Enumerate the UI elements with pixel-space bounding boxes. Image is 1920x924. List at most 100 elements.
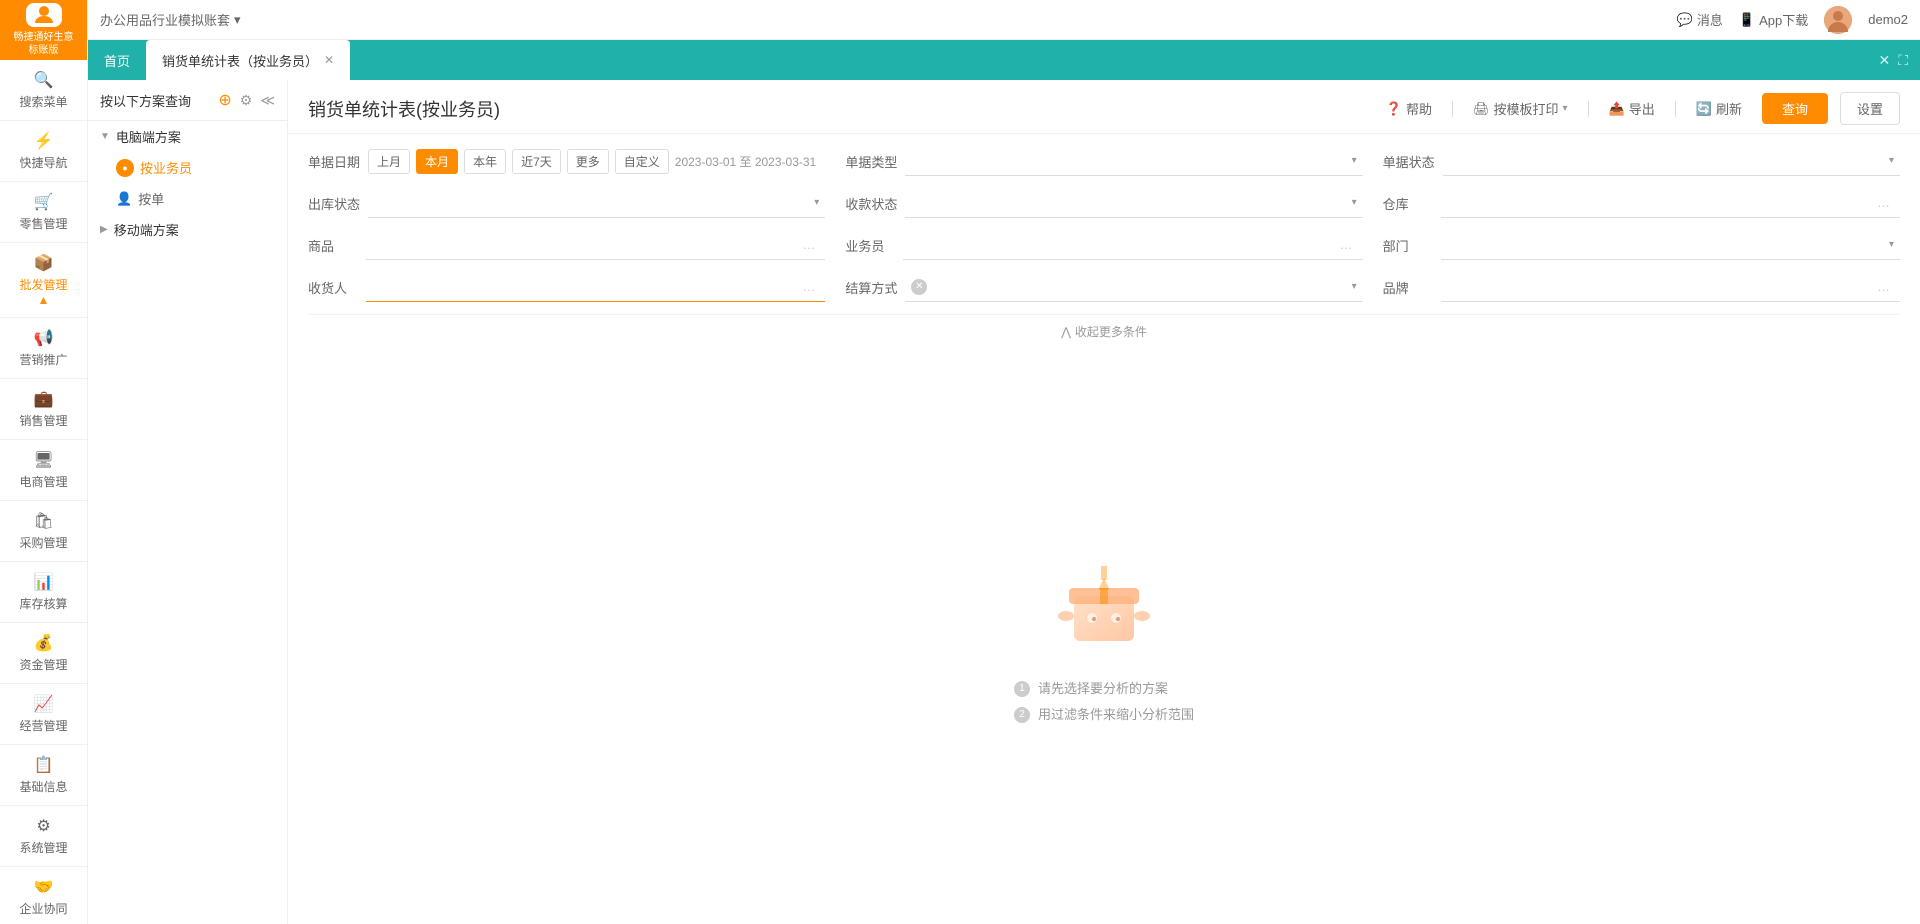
receipt-status-select[interactable]: ▾: [905, 188, 1362, 218]
topbar: 办公用品行业模拟账套 ▾ 💬 消息 📱 App下载 demo2: [88, 0, 1920, 40]
doc-status-select[interactable]: ▾: [1443, 146, 1900, 176]
filter-row-3: 商品 … 业务员 … 部门: [308, 230, 1900, 260]
left-panel-header: 按以下方案查询 ⊕ ⚙ ≪: [88, 80, 287, 121]
product-select[interactable]: …: [366, 230, 825, 260]
sidebar-item-purchase[interactable]: 🛍 采购管理: [0, 501, 87, 562]
doc-type-select[interactable]: ▾: [905, 146, 1362, 176]
sidebar-item-marketing[interactable]: 📢 营销推广: [0, 318, 87, 379]
date-filter: 上月 本月 本年 近7天 更多 自定义 2023-03-01 至 2023-03…: [368, 149, 825, 174]
divider-2: [1588, 101, 1589, 117]
content-area: 按以下方案查询 ⊕ ⚙ ≪ ▼ 电脑端方案 ● 按业务员 👤 按单: [88, 80, 1920, 924]
warehouse-label: 仓库: [1383, 194, 1433, 213]
sidebar: 畅捷通好生意 标账版 🔍 搜索菜单 ⚡ 快捷导航 🛒 零售管理 📦 批发管理 ▲…: [0, 0, 88, 924]
sales-stats-tab-label: 销货单统计表（按业务员）: [162, 51, 318, 70]
collapse-panel-button[interactable]: ≪: [260, 92, 275, 109]
tree-item-by-salesperson[interactable]: ● 按业务员: [88, 152, 287, 183]
active-scheme-icon: ●: [116, 159, 134, 177]
export-button[interactable]: 📤 导出: [1601, 95, 1663, 122]
sidebar-item-finance[interactable]: 💰 资金管理: [0, 623, 87, 684]
date-btn-custom[interactable]: 自定义: [615, 149, 669, 174]
sidebar-item-inventory[interactable]: 📊 库存核算: [0, 562, 87, 623]
sidebar-item-system[interactable]: ⚙ 系统管理: [0, 806, 87, 867]
inventory-icon: 📊: [34, 572, 54, 592]
date-btn-this-year[interactable]: 本年: [464, 149, 506, 174]
download-icon: 📱: [1739, 12, 1755, 28]
date-btn-last-month[interactable]: 上月: [368, 149, 410, 174]
help-icon: ❓: [1386, 101, 1402, 117]
tree-desktop-parent[interactable]: ▼ 电脑端方案: [88, 121, 287, 152]
date-btn-7days[interactable]: 近7天: [512, 149, 561, 174]
message-button[interactable]: 💬 消息: [1677, 10, 1723, 29]
account-selector[interactable]: 办公用品行业模拟账套 ▾: [100, 10, 241, 29]
basic-icon: 📋: [34, 755, 54, 775]
home-tab-label: 首页: [104, 51, 130, 70]
tab-home[interactable]: 首页: [88, 40, 146, 80]
tree-desktop-label: 电脑端方案: [116, 127, 181, 146]
sidebar-item-enterprise[interactable]: 🤝 企业协同: [0, 867, 87, 924]
out-status-select[interactable]: ▾: [368, 188, 825, 218]
tab-sales-stats[interactable]: 销货单统计表（按业务员） ✕: [146, 40, 350, 80]
tree-item-by-order[interactable]: 👤 按单: [88, 183, 287, 214]
sidebar-item-wholesale[interactable]: 📦 批发管理 ▲: [0, 243, 87, 318]
hint-item-2: 2 用过滤条件来缩小分析范围: [1014, 702, 1194, 728]
consignee-select[interactable]: …: [366, 272, 825, 302]
receipt-status-label: 收款状态: [845, 194, 897, 213]
tab-close-button[interactable]: ✕: [324, 53, 334, 67]
dropdown-arrow-icon: ▾: [234, 12, 241, 28]
filter-group-consignee: 收货人 …: [308, 272, 825, 302]
sales-icon: 💼: [34, 389, 54, 409]
user-avatar[interactable]: [1824, 6, 1852, 34]
date-btn-more[interactable]: 更多: [567, 149, 609, 174]
filter-group-brand: 品牌 …: [1383, 272, 1900, 302]
settlement-label: 结算方式: [845, 278, 897, 297]
filter-group-warehouse: 仓库 …: [1383, 188, 1900, 218]
salesperson-label: 业务员: [845, 236, 895, 255]
salesperson-dots-icon: …: [1336, 237, 1357, 252]
department-select[interactable]: ▾: [1441, 230, 1900, 260]
sidebar-item-basic[interactable]: 📋 基础信息: [0, 745, 87, 806]
brand-select[interactable]: …: [1441, 272, 1900, 302]
settings-scheme-button[interactable]: ⚙: [240, 92, 253, 109]
app-download-button[interactable]: 📱 App下载: [1739, 10, 1808, 29]
window-maximize-button[interactable]: ⛶: [1898, 52, 1908, 69]
settlement-clear-button[interactable]: ✕: [911, 279, 927, 295]
purchase-icon: 🛍: [33, 511, 53, 531]
window-close-button[interactable]: ✕: [1878, 52, 1890, 69]
help-button[interactable]: ❓ 帮助: [1378, 95, 1440, 122]
add-scheme-button[interactable]: ⊕: [218, 90, 231, 110]
refresh-button[interactable]: 🔄 刷新: [1688, 95, 1750, 122]
settings-button[interactable]: 设置: [1840, 92, 1900, 125]
warehouse-select[interactable]: …: [1441, 188, 1900, 218]
account-name: 办公用品行业模拟账套: [100, 10, 230, 29]
sidebar-item-quick-nav[interactable]: ⚡ 快捷导航: [0, 121, 87, 182]
divider-3: [1675, 101, 1676, 117]
retail-icon: 🛒: [34, 192, 54, 212]
logo-icon: [26, 3, 62, 27]
doc-status-label: 单据状态: [1383, 152, 1435, 171]
page-title: 销货单统计表(按业务员): [308, 96, 500, 122]
username-label: demo2: [1868, 12, 1908, 27]
brand-dots-icon: …: [1873, 279, 1894, 294]
receipt-status-arrow-icon: ▾: [1352, 197, 1357, 208]
left-panel-title: 按以下方案查询: [100, 91, 191, 110]
sidebar-item-sales[interactable]: 💼 销售管理: [0, 379, 87, 440]
collapse-icon: ⋀: [1061, 325, 1071, 339]
sidebar-item-ecommerce[interactable]: 🖥 电商管理: [0, 440, 87, 501]
filter-row-1: 单据日期 上月 本月 本年 近7天 更多 自定义 2023-03-01 至 20…: [308, 146, 1900, 176]
sidebar-item-search[interactable]: 🔍 搜索菜单: [0, 60, 87, 121]
salesperson-select[interactable]: …: [903, 230, 1362, 260]
date-btn-this-month[interactable]: 本月: [416, 149, 458, 174]
sidebar-item-retail[interactable]: 🛒 零售管理: [0, 182, 87, 243]
tree-expand-icon-mobile: ▶: [100, 224, 108, 235]
template-print-button[interactable]: 🖨 按模板打印 ▾: [1465, 95, 1576, 122]
collapse-filters-button[interactable]: ⋀ 收起更多条件: [308, 314, 1900, 348]
hint-num-1: 1: [1014, 681, 1030, 697]
filter-group-salesperson: 业务员 …: [845, 230, 1362, 260]
print-icon: 🖨: [1473, 101, 1490, 117]
search-icon: 🔍: [34, 70, 54, 90]
settlement-select[interactable]: ✕ ▾: [905, 272, 1362, 302]
topbar-right: 💬 消息 📱 App下载 demo2: [1677, 6, 1908, 34]
tree-mobile-parent[interactable]: ▶ 移动端方案: [88, 214, 287, 245]
query-button[interactable]: 查询: [1762, 93, 1828, 124]
sidebar-item-operation[interactable]: 📈 经营管理: [0, 684, 87, 745]
